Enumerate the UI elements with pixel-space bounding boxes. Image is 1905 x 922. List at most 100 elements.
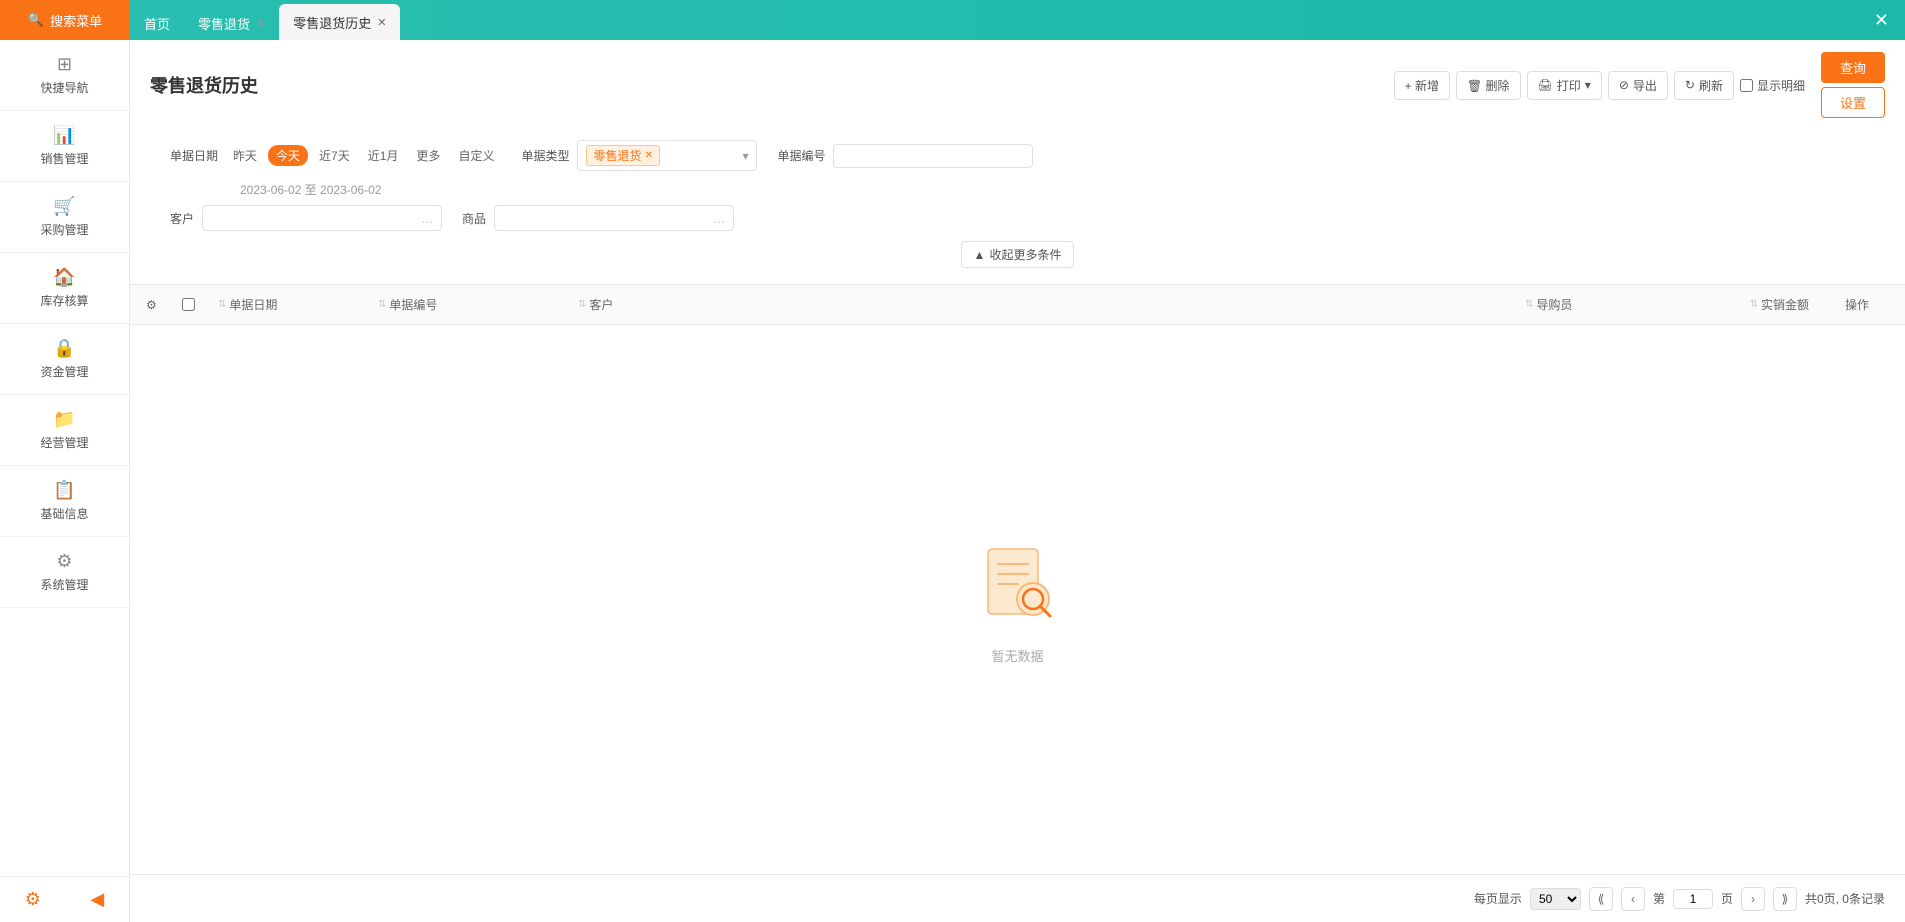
tab-return-label: 零售退货 bbox=[198, 14, 250, 33]
sidebar-item-system[interactable]: ⚙ 系统管理 bbox=[0, 537, 129, 608]
filter-doctype-tag-text: 零售退货 bbox=[593, 147, 641, 164]
th-gear[interactable]: ⚙ bbox=[138, 298, 174, 312]
th-op-label: 操作 bbox=[1845, 296, 1869, 313]
th-customer[interactable]: ⇅ 客户 bbox=[570, 296, 1517, 313]
sidebar-item-basic-info[interactable]: 📋 基础信息 bbox=[0, 466, 129, 537]
page-title-row: 零售退货历史 + 新增 🗑 删除 🖨 打印 ▾ ⊘ 导出 bbox=[150, 52, 1885, 118]
sidebar-item-sales-label: 销售管理 bbox=[40, 150, 88, 167]
date-btn-custom[interactable]: 自定义 bbox=[451, 145, 501, 166]
tab-home[interactable]: 首页 bbox=[130, 6, 184, 40]
th-date[interactable]: ⇅ 单据日期 bbox=[210, 296, 370, 313]
page-label-before: 第 bbox=[1653, 890, 1665, 907]
print-arrow-icon: ▾ bbox=[1585, 78, 1591, 92]
tab-return-history[interactable]: 零售退货历史 ✕ bbox=[279, 4, 400, 40]
filter-area: 单据日期 昨天 今天 近7天 近1月 更多 自定义 单据类型 bbox=[150, 128, 1885, 284]
search-menu-label: 搜索菜单 bbox=[50, 11, 102, 30]
table-header: ⚙ ⇅ 单据日期 ⇅ 单据编号 ⇅ 客户 ⇅ bbox=[130, 285, 1905, 325]
export-button[interactable]: ⊘ 导出 bbox=[1608, 71, 1668, 100]
refresh-icon: ↻ bbox=[1685, 78, 1695, 92]
filter-date-item: 单据日期 昨天 今天 近7天 近1月 更多 自定义 bbox=[170, 145, 501, 166]
basic-info-icon: 📋 bbox=[53, 480, 75, 501]
date-btn-month[interactable]: 近1月 bbox=[361, 145, 406, 166]
sidebar-item-finance-label: 资金管理 bbox=[40, 363, 88, 380]
tab-return-history-close[interactable]: ✕ bbox=[377, 16, 386, 29]
page-number-input[interactable] bbox=[1673, 889, 1713, 909]
filter-doctype-tag: 零售退货 ✕ bbox=[586, 145, 659, 166]
filter-date-label: 单据日期 bbox=[170, 147, 218, 164]
sidebar-item-inventory[interactable]: 🏠 库存核算 bbox=[0, 253, 129, 324]
page-total: 共0页, 0条记录 bbox=[1805, 890, 1885, 907]
th-guide-label: 导购员 bbox=[1536, 296, 1572, 313]
date-btn-more[interactable]: 更多 bbox=[409, 145, 447, 166]
per-page-select[interactable]: 10 20 50 100 bbox=[1530, 888, 1581, 910]
th-guide[interactable]: ⇅ 导购员 bbox=[1517, 296, 1677, 313]
per-page-label: 每页显示 bbox=[1474, 890, 1522, 907]
th-op: 操作 bbox=[1817, 296, 1897, 313]
sidebar-item-quick-nav[interactable]: ⊞ 快捷导航 bbox=[0, 40, 129, 111]
select-all-checkbox[interactable] bbox=[182, 298, 195, 311]
filter-doctype-item: 单据类型 零售退货 ✕ ▾ bbox=[521, 140, 757, 171]
page-first-btn[interactable]: ⟪ bbox=[1589, 887, 1613, 911]
filter-doctype-select[interactable]: 零售退货 ✕ ▾ bbox=[577, 140, 757, 171]
print-label: 打印 bbox=[1557, 77, 1581, 94]
print-button[interactable]: 🖨 打印 ▾ bbox=[1527, 71, 1602, 100]
query-button[interactable]: 查询 bbox=[1821, 52, 1885, 83]
sidebar-item-operations[interactable]: 📁 经营管理 bbox=[0, 395, 129, 466]
finance-icon: 🔒 bbox=[53, 338, 75, 359]
empty-icon bbox=[968, 534, 1068, 634]
sidebar-item-operations-label: 经营管理 bbox=[40, 434, 88, 451]
export-label: 导出 bbox=[1633, 77, 1657, 94]
inventory-icon: 🏠 bbox=[53, 267, 75, 288]
delete-button[interactable]: 🗑 删除 bbox=[1456, 71, 1521, 100]
show-detail-checkbox[interactable] bbox=[1740, 79, 1753, 92]
collapse-label: 收起更多条件 bbox=[989, 246, 1061, 263]
customer-ellipsis: ... bbox=[421, 210, 433, 226]
filter-customer-input[interactable]: ... bbox=[202, 205, 442, 231]
page-last-btn[interactable]: ⟫ bbox=[1773, 887, 1797, 911]
filter-goods-input[interactable]: ... bbox=[494, 205, 734, 231]
content-area: 零售退货历史 + 新增 🗑 删除 🖨 打印 ▾ ⊘ 导出 bbox=[130, 40, 1905, 922]
sidebar-item-sales[interactable]: 📊 销售管理 bbox=[0, 111, 129, 182]
date-btn-yesterday[interactable]: 昨天 bbox=[226, 145, 264, 166]
th-no[interactable]: ⇅ 单据编号 bbox=[370, 296, 570, 313]
filter-docno-item: 单据编号 bbox=[777, 144, 1033, 168]
setting-button[interactable]: 设置 bbox=[1821, 87, 1885, 118]
sidebar-collapse-btn[interactable]: ◀ bbox=[90, 889, 104, 910]
top-bar: 🔍 搜索菜单 首页 零售退货 ✕ 零售退货历史 ✕ ✕ bbox=[0, 0, 1905, 40]
add-button[interactable]: + 新增 bbox=[1394, 71, 1450, 100]
filter-doctype-arrow: ▾ bbox=[742, 149, 748, 163]
page-next-btn[interactable]: › bbox=[1741, 887, 1765, 911]
sidebar-item-purchase[interactable]: 🛒 采购管理 bbox=[0, 182, 129, 253]
date-btn-today[interactable]: 今天 bbox=[268, 145, 308, 166]
query-setting-wrap: 查询 设置 bbox=[1821, 52, 1885, 118]
empty-state: 暂无数据 bbox=[130, 325, 1905, 874]
page-prev-btn[interactable]: ‹ bbox=[1621, 887, 1645, 911]
collapse-conditions-btn[interactable]: ▲ 收起更多条件 bbox=[961, 241, 1075, 268]
sidebar-settings-btn[interactable]: ⚙ bbox=[25, 889, 41, 910]
tab-return-history-label: 零售退货历史 bbox=[293, 13, 371, 32]
th-check[interactable] bbox=[174, 298, 210, 311]
tab-return[interactable]: 零售退货 ✕ bbox=[184, 6, 279, 40]
tab-return-close[interactable]: ✕ bbox=[256, 17, 265, 30]
table-wrap: ⚙ ⇅ 单据日期 ⇅ 单据编号 ⇅ 客户 ⇅ bbox=[130, 285, 1905, 874]
th-amount[interactable]: ⇅ 实销金额 bbox=[1677, 296, 1817, 313]
sidebar-item-purchase-label: 采购管理 bbox=[40, 221, 88, 238]
sidebar: ⊞ 快捷导航 📊 销售管理 🛒 采购管理 🏠 库存核算 🔒 资金管理 📁 经营管… bbox=[0, 40, 130, 922]
sort-icon-no: ⇅ bbox=[378, 299, 386, 310]
sidebar-item-finance[interactable]: 🔒 资金管理 bbox=[0, 324, 129, 395]
window-close-btn[interactable]: ✕ bbox=[1874, 10, 1889, 31]
search-menu-btn[interactable]: 🔍 搜索菜单 bbox=[0, 0, 130, 40]
show-detail-checkbox-wrap[interactable]: 显示明细 bbox=[1740, 77, 1805, 94]
show-detail-label: 显示明细 bbox=[1757, 77, 1805, 94]
filter-date-btns: 昨天 今天 近7天 近1月 更多 自定义 bbox=[226, 145, 501, 166]
date-btn-week[interactable]: 近7天 bbox=[312, 145, 357, 166]
filter-doctype-tag-close[interactable]: ✕ bbox=[644, 150, 652, 161]
quick-nav-icon: ⊞ bbox=[57, 54, 72, 75]
tab-home-label: 首页 bbox=[144, 14, 170, 33]
th-customer-label: 客户 bbox=[589, 296, 613, 313]
sort-icon-amount: ⇅ bbox=[1750, 299, 1758, 310]
page-label-after: 页 bbox=[1721, 890, 1733, 907]
refresh-button[interactable]: ↻ 刷新 bbox=[1674, 71, 1734, 100]
top-right-btns: + 新增 🗑 删除 🖨 打印 ▾ ⊘ 导出 ↻ bbox=[1394, 71, 1805, 100]
filter-docno-input[interactable] bbox=[833, 144, 1033, 168]
